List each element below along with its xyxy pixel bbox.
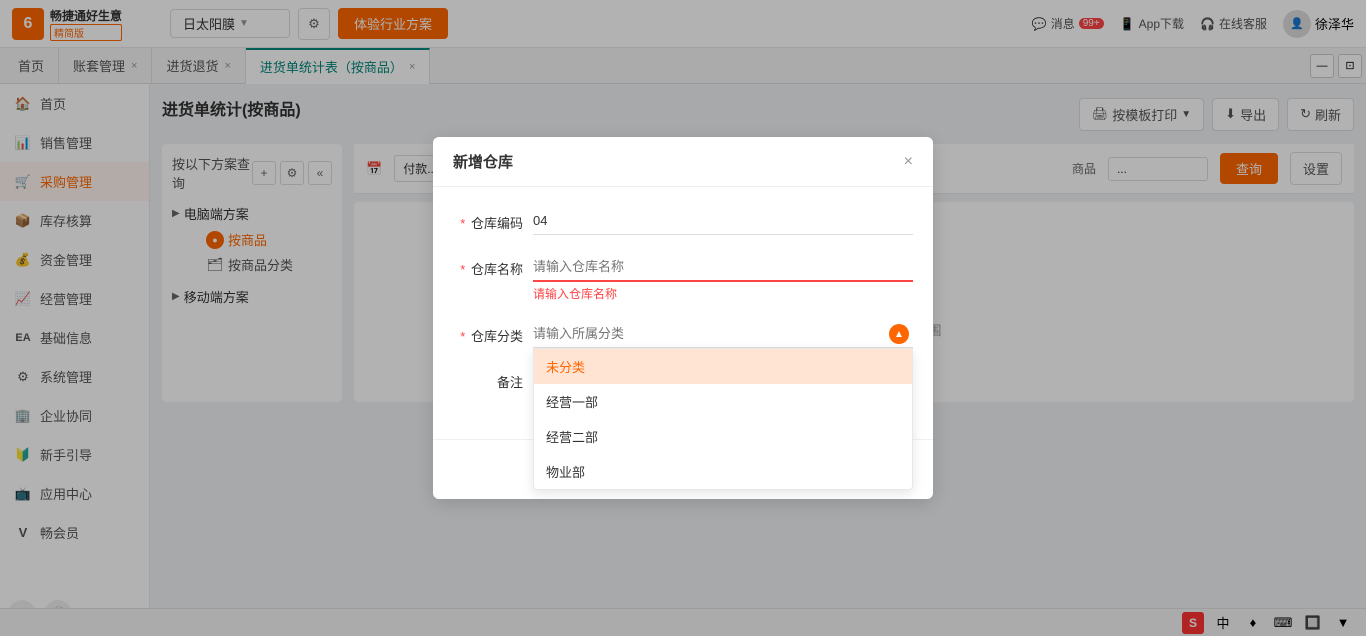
category-input[interactable]: [533, 320, 913, 348]
code-input[interactable]: [533, 207, 913, 235]
dropdown-item-dept3[interactable]: 物业部: [534, 454, 912, 489]
name-control: 请输入仓库名称: [533, 253, 913, 302]
add-warehouse-dialog: 新增仓库 × * 仓库编码 * 仓库名称: [433, 137, 933, 499]
dropdown-item-dept2[interactable]: 经营二部: [534, 419, 912, 454]
dialog-title: 新增仓库: [453, 151, 513, 172]
dropdown-item-dept1[interactable]: 经营一部: [534, 384, 912, 419]
code-control: [533, 207, 913, 235]
category-field-row: * 仓库分类 ▲ 未分类 经营一部 经营二部 物业部: [453, 320, 913, 348]
category-control: ▲ 未分类 经营一部 经营二部 物业部: [533, 320, 913, 348]
code-field-row: * 仓库编码: [453, 207, 913, 235]
code-label: * 仓库编码: [453, 207, 533, 232]
name-field-row: * 仓库名称 请输入仓库名称: [453, 253, 913, 302]
dialog-header: 新增仓库 ×: [433, 137, 933, 187]
category-select-container: ▲ 未分类 经营一部 经营二部 物业部: [533, 320, 913, 348]
name-label: * 仓库名称: [453, 253, 533, 278]
note-label: 备注: [453, 366, 533, 391]
dialog-close-button[interactable]: ×: [904, 153, 913, 171]
name-error-text: 请输入仓库名称: [533, 285, 913, 302]
category-dropdown: 未分类 经营一部 经营二部 物业部: [533, 348, 913, 490]
name-input[interactable]: [533, 253, 913, 282]
dialog-overlay: 新增仓库 × * 仓库编码 * 仓库名称: [0, 0, 1366, 636]
dropdown-item-uncategorized[interactable]: 未分类: [534, 349, 912, 384]
category-toggle-button[interactable]: ▲: [889, 324, 909, 344]
category-label: * 仓库分类: [453, 320, 533, 345]
dialog-body: * 仓库编码 * 仓库名称 请输入仓库名称: [433, 187, 933, 439]
